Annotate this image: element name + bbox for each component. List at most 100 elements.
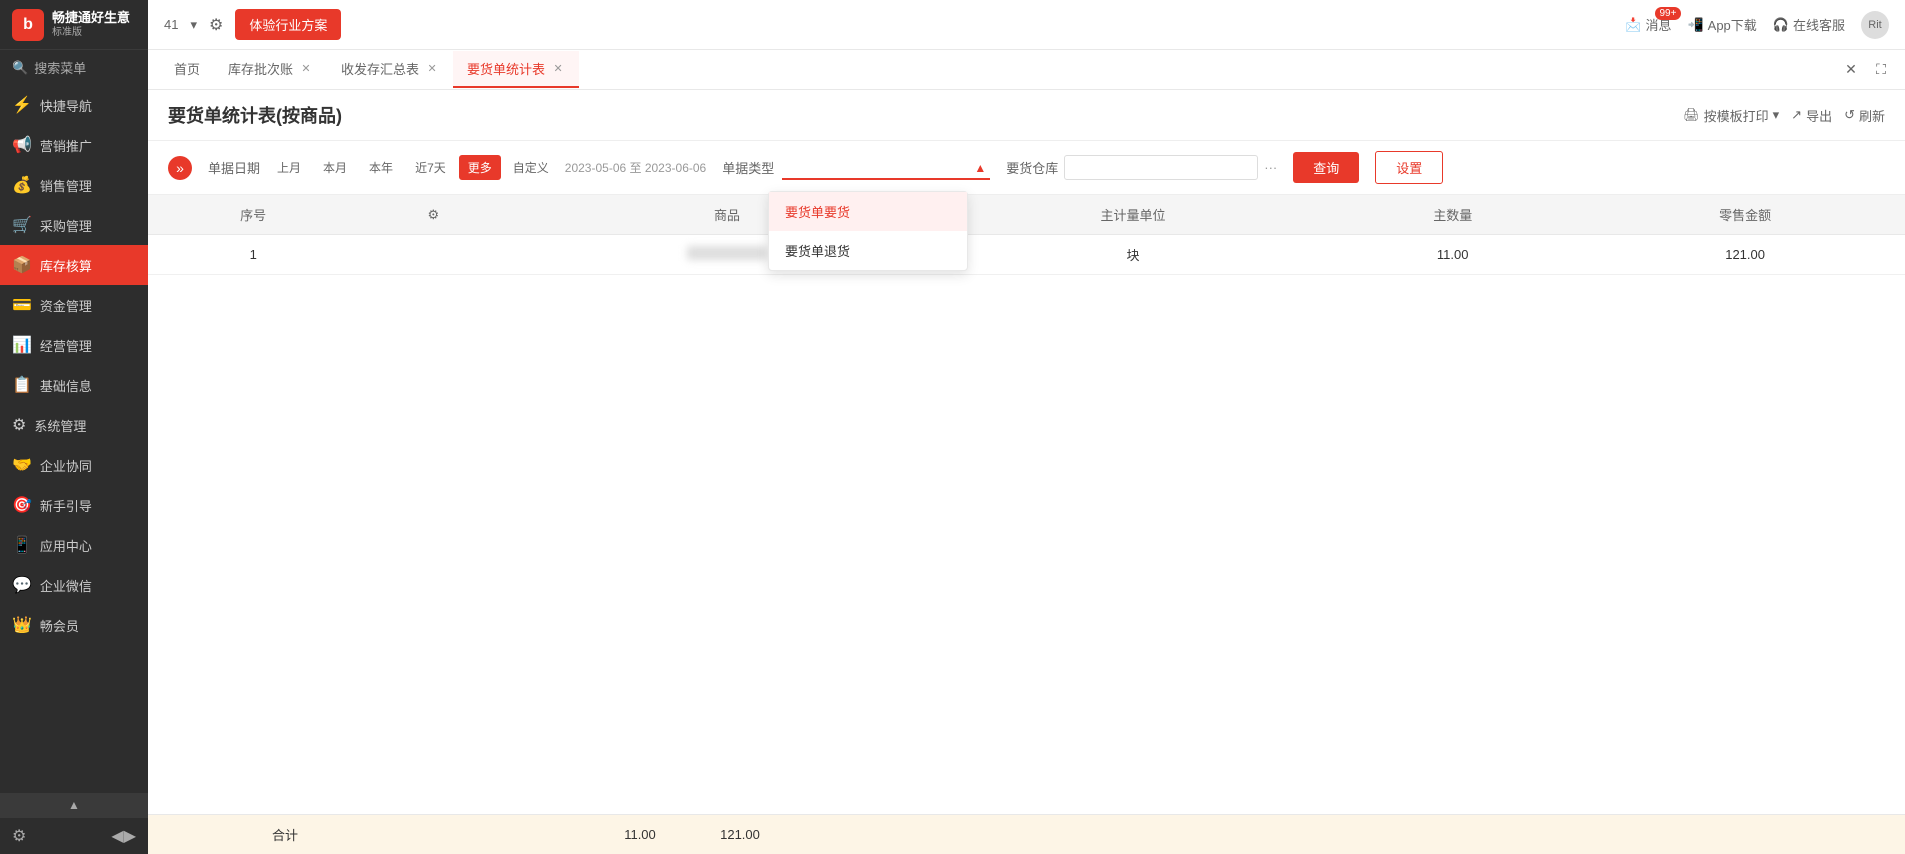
inventory-icon: 📦 [12,255,32,275]
expand-tab-btn[interactable]: ⛶ [1869,58,1893,82]
main-area: 41 ▾ ⚙ 体验行业方案 📩 消息 99+ 📲 App下载 🎧 在线客服 Ri [148,0,1905,854]
app-download-btn[interactable]: 📲 App下载 [1687,15,1756,34]
sidebar-item-basic[interactable]: 📋基础信息 [0,365,148,405]
sidebar-item-operations[interactable]: 📊经营管理 [0,325,148,365]
user-avatar[interactable]: Rit [1861,11,1889,39]
sidebar-item-enterprise[interactable]: 🤝企业协同 [0,445,148,485]
collapse-icon[interactable]: ◀▶ [111,826,136,846]
sidebar-item-appstore[interactable]: 📱应用中心 [0,525,148,565]
tab-requisition-stats[interactable]: 要货单统计表✕ [453,51,579,88]
col-header-unit: 主计量单位 [946,195,1320,235]
warehouse-filter: 要货仓库 ··· [1006,155,1277,180]
basic-icon: 📋 [12,375,32,395]
date-range: 2023-05-06 至 2023-06-06 [565,159,706,176]
cell-qty: 11.00 [1320,235,1585,275]
dropdown-option-要货单要货[interactable]: 要货单要货 [769,192,967,231]
filter-bar: » 单据日期 上月本月本年近7天更多自定义 2023-05-06 至 2023-… [148,141,1905,195]
refresh-btn[interactable]: ↺ 刷新 [1844,106,1885,125]
cell-settings [358,235,508,275]
date-btn-cur[interactable]: 本月 [314,155,356,180]
headset-icon: 🎧 [1773,17,1789,33]
marketing-icon: 📢 [12,135,32,155]
settings-icon[interactable]: ⚙ [12,826,26,846]
table-body: 1块11.00121.00 [148,235,1905,275]
sidebar-item-label: 资金管理 [40,296,92,315]
sidebar-item-inventory[interactable]: 📦库存核算 [0,245,148,285]
messages-badge: 99+ [1655,7,1682,20]
warehouse-input[interactable] [1064,155,1258,180]
tab-receive-summary[interactable]: 收发存汇总表✕ [327,51,453,88]
dropdown-arrow: ▾ [190,17,197,33]
col-header-seq: 序号 [148,195,358,235]
table-footer: 合计 11.00 121.00 [148,814,1905,854]
date-btn-week[interactable]: 近7天 [406,155,455,180]
type-dropdown-arrow[interactable]: ▲ [974,161,986,175]
tab-close-btn[interactable]: ✕ [425,62,439,76]
table-row: 1块11.00121.00 [148,235,1905,275]
sidebar-item-label: 采购管理 [40,216,92,235]
tab-label: 库存批次账 [228,59,293,78]
tab-close-btn[interactable]: ✕ [299,62,313,76]
sidebar-nav: ⚡快捷导航📢营销推广💰销售管理🛒采购管理📦库存核算 💳 资金管理 📊经营管理📋基础信息… [0,85,148,793]
messages-btn[interactable]: 📩 消息 99+ [1625,15,1671,34]
type-select-input[interactable] [782,155,990,180]
industry-btn[interactable]: 体验行业方案 [235,9,341,40]
sidebar-item-marketing[interactable]: 📢营销推广 [0,125,148,165]
print-btn[interactable]: 🖨 按模板打印 ▾ [1683,106,1779,125]
filter-settings-btn[interactable]: 设置 [1375,151,1443,184]
footer-label: 合计 [160,825,410,844]
header-dropdown[interactable]: ▾ [190,17,197,33]
tab-close-btn[interactable]: ✕ [551,62,565,76]
footer-total-qty: 11.00 [590,827,690,842]
sidebar-item-label: 企业微信 [40,576,92,595]
table-container: 序号⚙商品主计量单位主数量零售金额 1块11.00121.00 [148,195,1905,814]
tab-inventory-batch[interactable]: 库存批次账 ✕ [214,51,327,88]
search-menu[interactable]: 🔍 搜索菜单 [0,50,148,85]
header-number: 41 [164,17,178,32]
page-title: 要货单统计表(按商品) [168,102,342,128]
tabs-actions: ✕ ⛶ [1839,58,1893,82]
sidebar-item-wechat[interactable]: 💬 企业微信 [0,565,148,605]
sidebar-item-label: 应用中心 [40,536,92,555]
user-name: Rit [1868,19,1881,31]
app-logo: b 畅捷通好生意 标准版 [0,0,148,50]
app-icon: 📲 [1687,17,1703,33]
enterprise-icon: 🤝 [12,455,32,475]
page-actions: 🖨 按模板打印 ▾ ↗ 导出 ↺ 刷新 [1683,106,1885,125]
header-settings-icon[interactable]: ⚙ [209,15,223,35]
sidebar-item-shortcuts[interactable]: ⚡快捷导航 [0,85,148,125]
date-btn-custom[interactable]: 自定义 [505,156,557,179]
data-table: 序号⚙商品主计量单位主数量零售金额 1块11.00121.00 [148,195,1905,275]
shortcuts-icon: ⚡ [12,95,32,115]
logo-icon: b [12,9,44,41]
sidebar-item-member[interactable]: 👑畅会员 [0,605,148,645]
query-btn[interactable]: 查询 [1293,152,1359,183]
print-dropdown-icon: ▾ [1773,107,1780,123]
table-header-row: 序号⚙商品主计量单位主数量零售金额 [148,195,1905,235]
scroll-up-btn[interactable]: ▲ [0,793,148,817]
cell-seq: 1 [148,235,358,275]
col-header-qty: 主数量 [1320,195,1585,235]
sidebar-item-finance[interactable]: 💳 资金管理 [0,285,148,325]
sidebar-item-label: 销售管理 [40,176,92,195]
tab-home[interactable]: 首页 [160,51,214,88]
filter-more-btn[interactable]: ··· [1264,160,1277,175]
sidebar-item-guide[interactable]: 🎯新手引导 [0,485,148,525]
date-btn-year[interactable]: 本年 [360,155,402,180]
col-header-settings[interactable]: ⚙ [358,195,508,235]
page-content: 要货单统计表(按商品) 🖨 按模板打印 ▾ ↗ 导出 ↺ 刷新 [148,90,1905,854]
type-filter-group: 单据类型 ▲ [722,155,990,180]
finance-icon: 💳 [12,295,32,315]
dropdown-option-要货单退货[interactable]: 要货单退货 [769,231,967,270]
date-btn-more[interactable]: 更多 [459,155,501,180]
wechat-icon: 💬 [12,575,32,595]
export-btn[interactable]: ↗ 导出 [1791,106,1832,125]
online-service-btn[interactable]: 🎧 在线客服 [1773,15,1845,34]
sidebar-item-system[interactable]: ⚙系统管理 [0,405,148,445]
date-btn-prev[interactable]: 上月 [268,155,310,180]
sidebar-item-sales[interactable]: 💰销售管理 [0,165,148,205]
search-icon: 🔍 [12,60,28,76]
sidebar-item-purchase[interactable]: 🛒采购管理 [0,205,148,245]
filter-expand-btn[interactable]: » [168,156,192,180]
close-tab-btn[interactable]: ✕ [1839,58,1863,82]
